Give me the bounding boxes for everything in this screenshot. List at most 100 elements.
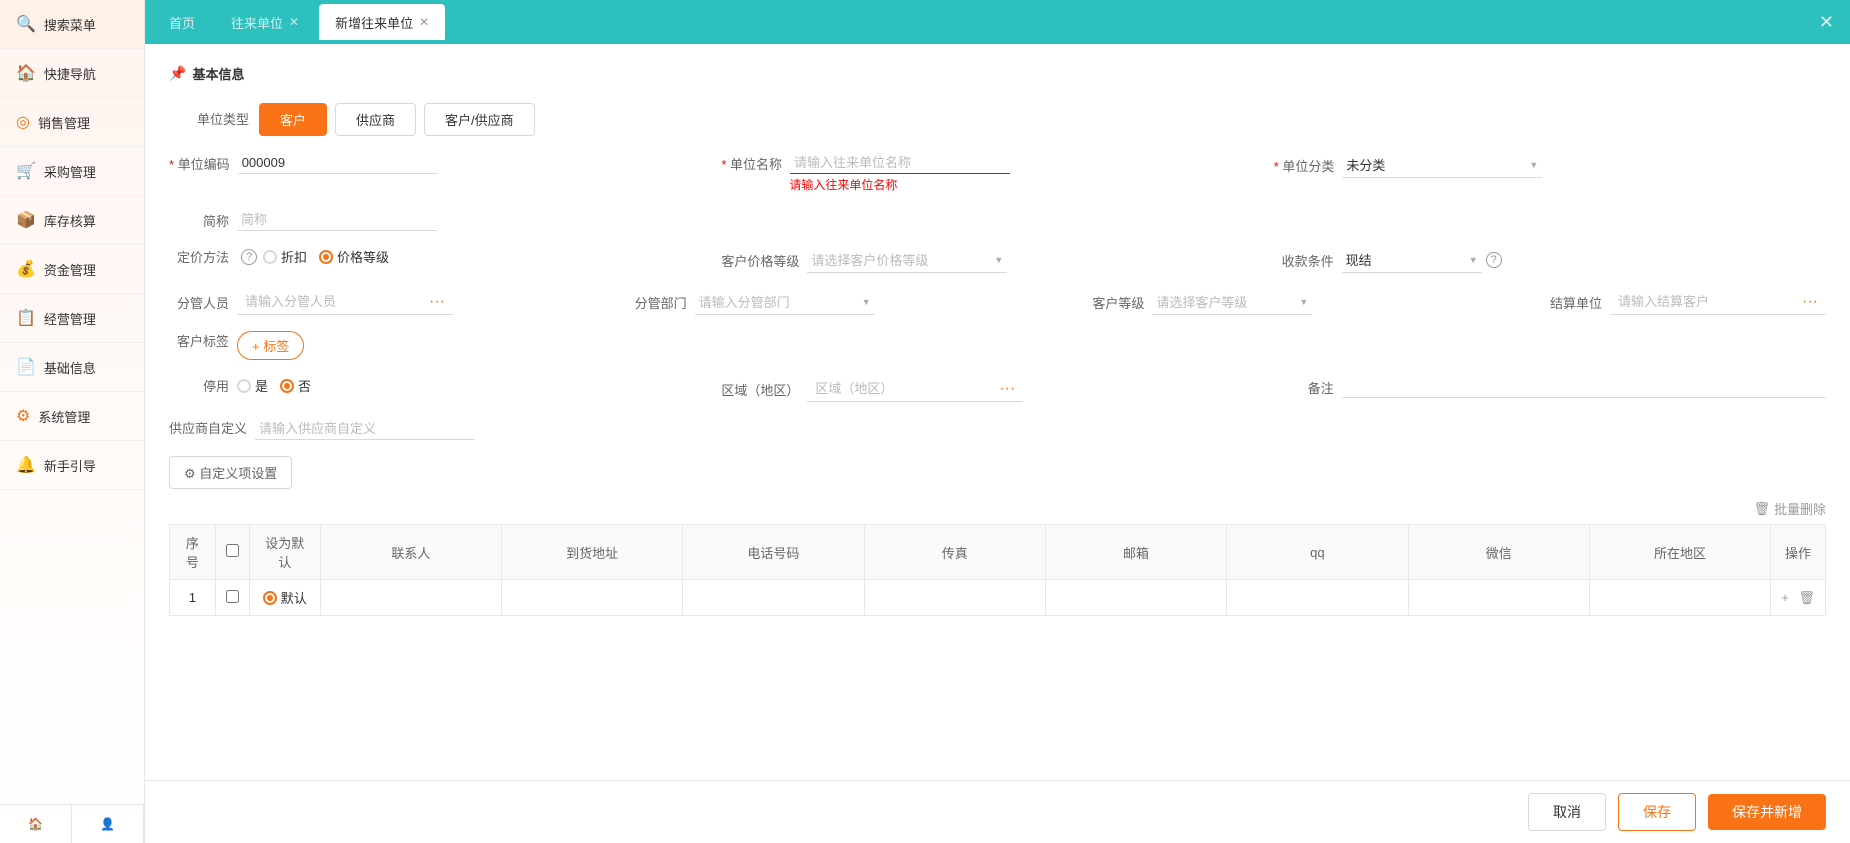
customer-level-select[interactable]: 请选择客户等级 ▼ xyxy=(1152,289,1312,315)
department-select[interactable]: 请输入分管部门 ▼ xyxy=(695,289,875,315)
sidebar-label-inventory: 库存核算 xyxy=(44,211,96,230)
remark-input[interactable] xyxy=(1342,376,1826,398)
qq-input[interactable] xyxy=(1237,590,1397,605)
col-phone: 电话号码 xyxy=(683,525,864,580)
sidebar-user-btn[interactable]: 👤 xyxy=(72,805,144,843)
home-icon: 🏠 xyxy=(16,63,36,83)
short-name-input[interactable] xyxy=(237,209,437,231)
row-phone xyxy=(683,580,864,616)
row-fax xyxy=(864,580,1045,616)
code-name-category-row: 单位编码 单位名称 请输入往来单位名称 单位分类 xyxy=(169,152,1826,193)
disabled-no[interactable]: 否 xyxy=(280,376,311,395)
settlement-dots-btn[interactable]: ··· xyxy=(1798,293,1822,311)
price-level-select[interactable]: 请选择客户价格等级 ▼ xyxy=(807,247,1007,273)
code-input[interactable] xyxy=(238,152,438,174)
tag-row: 客户标签 + 标签 xyxy=(169,331,1826,360)
batch-delete-wrapper: 🗑 批量删除 xyxy=(169,499,1826,518)
sidebar-label-quicknav: 快捷导航 xyxy=(44,64,96,83)
unit-btn-customer[interactable]: 客户 xyxy=(259,103,327,136)
settlement-input[interactable] xyxy=(1614,291,1798,312)
row-delete-btn[interactable]: 🗑 xyxy=(1798,590,1815,605)
custom-settings-button[interactable]: ⚙ 自定义项设置 xyxy=(169,456,292,489)
sidebar-item-finance[interactable]: 💰 资金管理 xyxy=(0,245,144,294)
pricing-radio-level[interactable]: 价格等级 xyxy=(319,247,389,266)
region-dots-btn[interactable]: ··· xyxy=(995,380,1019,398)
region-label: 区域（地区） xyxy=(721,380,807,399)
customer-level-placeholder: 请选择客户等级 xyxy=(1156,292,1295,311)
name-input[interactable] xyxy=(790,152,1010,174)
payment-help-icon[interactable]: ? xyxy=(1486,252,1502,268)
tab-new-partner[interactable]: 新增往来单位 ✕ xyxy=(319,4,445,40)
fax-input[interactable] xyxy=(875,590,1035,605)
row-default-radio[interactable]: 默认 xyxy=(260,588,310,607)
remark-field: 备注 xyxy=(1274,376,1826,398)
region-input[interactable] xyxy=(811,378,995,399)
wechat-input[interactable] xyxy=(1419,590,1579,605)
manager-dots-btn[interactable]: ··· xyxy=(425,293,449,311)
sidebar-item-basic[interactable]: 📄 基础信息 xyxy=(0,343,144,392)
address-input[interactable] xyxy=(512,590,672,605)
disabled-label: 停用 xyxy=(169,376,237,395)
row-add-btn[interactable]: + xyxy=(1781,590,1789,605)
window-close-btn[interactable]: ✕ xyxy=(1811,8,1842,37)
row-checkbox[interactable] xyxy=(226,590,239,603)
pricing-radio-discount[interactable]: 折扣 xyxy=(263,247,307,266)
email-input[interactable] xyxy=(1056,590,1216,605)
custom-settings-wrapper: ⚙ 自定义项设置 xyxy=(169,456,1826,489)
tab-home[interactable]: 首页 xyxy=(153,4,211,40)
disabled-yes[interactable]: 是 xyxy=(237,376,268,395)
department-placeholder: 请输入分管部门 xyxy=(699,292,858,311)
contact-input[interactable] xyxy=(331,590,491,605)
sidebar-label-finance: 资金管理 xyxy=(44,260,96,279)
settlement-label: 结算单位 xyxy=(1542,293,1610,312)
operations-icon: 📋 xyxy=(16,308,36,328)
sidebar-item-sales[interactable]: ◎ 销售管理 xyxy=(0,98,144,147)
row-contact xyxy=(320,580,501,616)
payment-select[interactable]: 现结 ▼ xyxy=(1342,247,1482,273)
price-level-arrow: ▼ xyxy=(994,255,1003,265)
save-new-button[interactable]: 保存并新增 xyxy=(1708,794,1826,830)
batch-delete-btn[interactable]: 🗑 批量删除 xyxy=(1753,499,1826,518)
col-contact: 联系人 xyxy=(320,525,501,580)
discount-label: 折扣 xyxy=(281,247,307,266)
region-input-wrapper: ··· xyxy=(807,376,1023,402)
tab-partners-close[interactable]: ✕ xyxy=(289,16,299,28)
region-row-input[interactable] xyxy=(1600,590,1760,605)
unit-btn-supplier[interactable]: 供应商 xyxy=(335,103,416,136)
sidebar-item-operations[interactable]: 📋 经营管理 xyxy=(0,294,144,343)
name-error-msg: 请输入往来单位名称 xyxy=(789,178,897,192)
supplier-custom-row: 供应商自定义 xyxy=(169,418,1826,440)
guide-icon: 🔔 xyxy=(16,455,36,475)
pricing-radio-group: 折扣 价格等级 xyxy=(263,247,389,266)
sidebar-item-inventory[interactable]: 📦 库存核算 xyxy=(0,196,144,245)
cancel-button[interactable]: 取消 xyxy=(1528,793,1606,831)
category-select[interactable]: 未分类 ▼ xyxy=(1342,152,1542,178)
row-email xyxy=(1045,580,1226,616)
supplier-custom-input[interactable] xyxy=(255,418,475,440)
department-field: 分管部门 请输入分管部门 ▼ xyxy=(627,289,1085,315)
select-all-checkbox[interactable] xyxy=(226,544,239,557)
col-fax: 传真 xyxy=(864,525,1045,580)
pricing-help-icon[interactable]: ? xyxy=(241,249,257,265)
sidebar-item-search[interactable]: 🔍 搜索菜单 xyxy=(0,0,144,49)
batch-delete-icon: 🗑 xyxy=(1753,501,1770,517)
bottom-bar: 取消 保存 保存并新增 xyxy=(145,780,1850,843)
sidebar-label-search: 搜索菜单 xyxy=(44,15,96,34)
batch-delete-label: 批量删除 xyxy=(1774,499,1826,518)
tab-partners[interactable]: 往来单位 ✕ xyxy=(215,4,315,40)
save-button[interactable]: 保存 xyxy=(1618,793,1696,831)
sidebar-item-system[interactable]: ⚙ 系统管理 xyxy=(0,392,144,441)
table-row: 1 默认 xyxy=(170,580,1826,616)
phone-input[interactable] xyxy=(693,590,853,605)
add-tag-button[interactable]: + 标签 xyxy=(237,331,304,360)
unit-btn-both[interactable]: 客户/供应商 xyxy=(424,103,535,136)
sidebar-item-quicknav[interactable]: 🏠 快捷导航 xyxy=(0,49,144,98)
tab-new-partner-close[interactable]: ✕ xyxy=(419,16,429,28)
manager-input[interactable] xyxy=(241,291,425,312)
category-value: 未分类 xyxy=(1346,155,1525,174)
no-radio-circle xyxy=(280,379,294,393)
sidebar-home-btn[interactable]: 🏠 xyxy=(0,805,72,843)
sidebar-item-guide[interactable]: 🔔 新手引导 xyxy=(0,441,144,490)
region-field: 区域（地区） ··· xyxy=(721,376,1273,402)
sidebar-item-purchase[interactable]: 🛒 采购管理 xyxy=(0,147,144,196)
